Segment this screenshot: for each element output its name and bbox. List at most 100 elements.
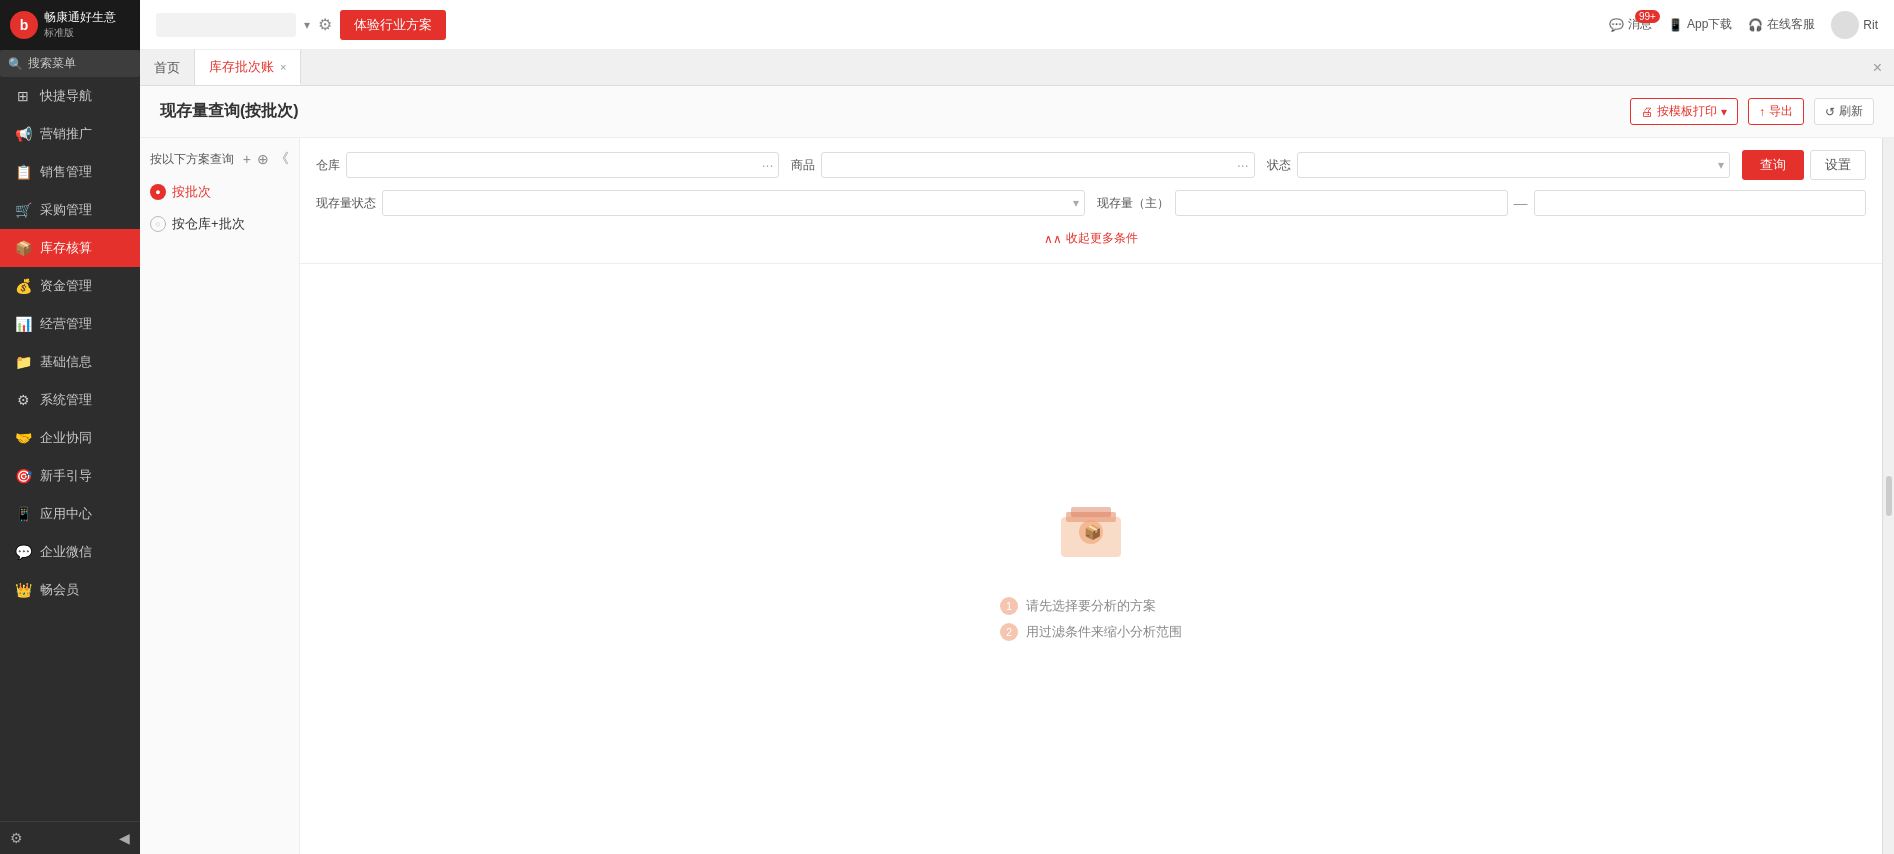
scheme-settings-icon[interactable]: ⊕ — [257, 151, 269, 167]
sidebar-item-marketing[interactable]: 📢 营销推广 — [0, 115, 140, 153]
sidebar-item-sales[interactable]: 📋 销售管理 — [0, 153, 140, 191]
export-icon: ↑ — [1759, 105, 1765, 119]
status-label: 状态 — [1267, 157, 1291, 174]
tab-panel-close-icon[interactable]: × — [1861, 59, 1894, 77]
sidebar-header: b 畅康通好生意 标准版 — [0, 0, 140, 50]
sidebar-item-operations[interactable]: 📊 经营管理 — [0, 305, 140, 343]
inventory-icon: 📦 — [14, 239, 32, 257]
sidebar-item-wechat[interactable]: 💬 企业微信 — [0, 533, 140, 571]
settings-button[interactable]: 设置 — [1810, 150, 1866, 180]
filter-actions: 查询 设置 — [1742, 150, 1866, 180]
svg-text:📦: 📦 — [1084, 524, 1102, 541]
stock-qty-label: 现存量（主） — [1097, 195, 1169, 212]
empty-hint-2: 2 用过滤条件来缩小分析范围 — [1000, 623, 1182, 641]
stock-qty-min-input[interactable] — [1175, 190, 1508, 216]
svg-rect-2 — [1071, 507, 1111, 517]
sidebar-item-inventory[interactable]: 📦 库存核算 — [0, 229, 140, 267]
page-header: 现存量查询(按批次) 🖨 按模板打印 ▾ ↑ 导出 ↺ 刷新 — [140, 86, 1894, 138]
sidebar-item-basics[interactable]: 📁 基础信息 — [0, 343, 140, 381]
scrollbar-handle — [1886, 476, 1892, 516]
sidebar: b 畅康通好生意 标准版 🔍 搜索菜单 ⊞ 快捷导航 📢 营销推广 📋 销售管理… — [0, 0, 140, 854]
settings-icon[interactable]: ⚙ — [10, 830, 23, 846]
scheme-collapse-icon[interactable]: 《 — [275, 150, 289, 168]
page-header-actions: 🖨 按模板打印 ▾ ↑ 导出 ↺ 刷新 — [1630, 98, 1874, 125]
message-icon: 💬 — [1609, 18, 1624, 32]
printer-icon: 🖨 — [1641, 105, 1653, 119]
scheme-by-warehouse-batch[interactable]: ○ 按仓库+批次 — [140, 208, 299, 240]
collapse-sidebar-icon[interactable]: ◀ — [119, 830, 130, 846]
tab-home[interactable]: 首页 — [140, 50, 195, 85]
scheme-by-batch[interactable]: ● 按批次 — [140, 176, 299, 208]
status-field: 状态 ▾ — [1267, 152, 1730, 178]
sidebar-item-system[interactable]: ⚙ 系统管理 — [0, 381, 140, 419]
member-icon: 👑 — [14, 581, 32, 599]
scheme-add-icon[interactable]: + — [243, 151, 251, 167]
apps-icon: 📱 — [14, 505, 32, 523]
product-input[interactable] — [821, 152, 1254, 178]
collapse-conditions-btn[interactable]: ∧∧ 收起更多条件 — [316, 226, 1866, 251]
empty-hints: 1 请先选择要分析的方案 2 用过滤条件来缩小分析范围 — [1000, 597, 1182, 641]
tabs-bar: 首页 库存批次账 × × — [140, 50, 1894, 86]
empty-illustration: 📦 — [1041, 477, 1141, 577]
topbar: ▾ ⚙ 体验行业方案 💬 消息 99+ 📱 App下载 🎧 在线客服 Rit — [140, 0, 1894, 50]
tab-inventory-batch[interactable]: 库存批次账 × — [195, 50, 301, 85]
sidebar-nav: ⊞ 快捷导航 📢 营销推广 📋 销售管理 🛒 采购管理 📦 库存核算 💰 资金管… — [0, 77, 140, 821]
query-button[interactable]: 查询 — [1742, 150, 1804, 180]
hint-num-2: 2 — [1000, 623, 1018, 641]
product-label: 商品 — [791, 157, 815, 174]
refresh-button[interactable]: ↺ 刷新 — [1814, 98, 1874, 125]
sidebar-item-finance[interactable]: 💰 资金管理 — [0, 267, 140, 305]
stock-status-select-wrap: ▾ — [382, 190, 1085, 216]
search-menu-button[interactable]: 🔍 搜索菜单 — [0, 50, 140, 77]
scheme-panel-icons: + ⊕ 《 — [243, 150, 289, 168]
quick-nav-icon: ⊞ — [14, 87, 32, 105]
template-dropdown-icon[interactable]: ▾ — [1721, 105, 1727, 119]
app-download-group[interactable]: 📱 App下载 — [1668, 16, 1732, 33]
app-info: 畅康通好生意 标准版 — [44, 10, 116, 40]
enterprise-icon: 🤝 — [14, 429, 32, 447]
product-field: 商品 ··· — [791, 152, 1254, 178]
stock-status-select[interactable] — [382, 190, 1085, 216]
export-button[interactable]: ↑ 导出 — [1748, 98, 1804, 125]
marketing-icon: 📢 — [14, 125, 32, 143]
filter-form: 仓库 ··· 商品 ··· — [300, 138, 1882, 264]
user-group[interactable]: Rit — [1831, 11, 1878, 39]
sidebar-item-enterprise[interactable]: 🤝 企业协同 — [0, 419, 140, 457]
product-dots[interactable]: ··· — [1237, 157, 1249, 173]
finance-icon: 💰 — [14, 277, 32, 295]
topbar-search-input[interactable] — [156, 13, 296, 37]
tab-close-icon[interactable]: × — [280, 61, 286, 73]
sidebar-item-apps[interactable]: 📱 应用中心 — [0, 495, 140, 533]
product-input-wrap: ··· — [821, 152, 1254, 178]
trial-btn[interactable]: 体验行业方案 — [340, 10, 446, 40]
template-print-button[interactable]: 🖨 按模板打印 ▾ — [1630, 98, 1738, 125]
warehouse-input[interactable] — [346, 152, 779, 178]
basics-icon: 📁 — [14, 353, 32, 371]
messages-group[interactable]: 💬 消息 99+ — [1609, 16, 1652, 33]
body-split: 按以下方案查询 + ⊕ 《 ● 按批次 ○ 按仓库+批次 — [140, 138, 1894, 854]
refresh-icon: ↺ — [1825, 105, 1835, 119]
stock-qty-max-input[interactable] — [1534, 190, 1867, 216]
service-icon: 🎧 — [1748, 18, 1763, 32]
stock-status-label: 现存量状态 — [316, 195, 376, 212]
status-select[interactable] — [1297, 152, 1730, 178]
sidebar-item-member[interactable]: 👑 畅会员 — [0, 571, 140, 609]
sidebar-item-newbie[interactable]: 🎯 新手引导 — [0, 457, 140, 495]
scheme-outline-dot: ○ — [150, 216, 166, 232]
online-service-group[interactable]: 🎧 在线客服 — [1748, 16, 1815, 33]
purchase-icon: 🛒 — [14, 201, 32, 219]
scheme-panel: 按以下方案查询 + ⊕ 《 ● 按批次 ○ 按仓库+批次 — [140, 138, 300, 854]
page-title: 现存量查询(按批次) — [160, 101, 299, 122]
warehouse-dots[interactable]: ··· — [762, 157, 774, 173]
empty-state: 📦 1 请先选择要分析的方案 2 用过滤条件来缩小分析范围 — [300, 264, 1882, 854]
app-edition: 标准版 — [44, 26, 116, 40]
topbar-gear-icon[interactable]: ⚙ — [318, 15, 332, 34]
topbar-dropdown-icon[interactable]: ▾ — [304, 18, 310, 32]
app-logo: b — [10, 11, 38, 39]
warehouse-label: 仓库 — [316, 157, 340, 174]
sidebar-item-purchase[interactable]: 🛒 采购管理 — [0, 191, 140, 229]
download-icon: 📱 — [1668, 18, 1683, 32]
right-scrollbar[interactable] — [1882, 138, 1894, 854]
sidebar-item-quick-nav[interactable]: ⊞ 快捷导航 — [0, 77, 140, 115]
stock-qty-field: 现存量（主） — — [1097, 190, 1866, 216]
